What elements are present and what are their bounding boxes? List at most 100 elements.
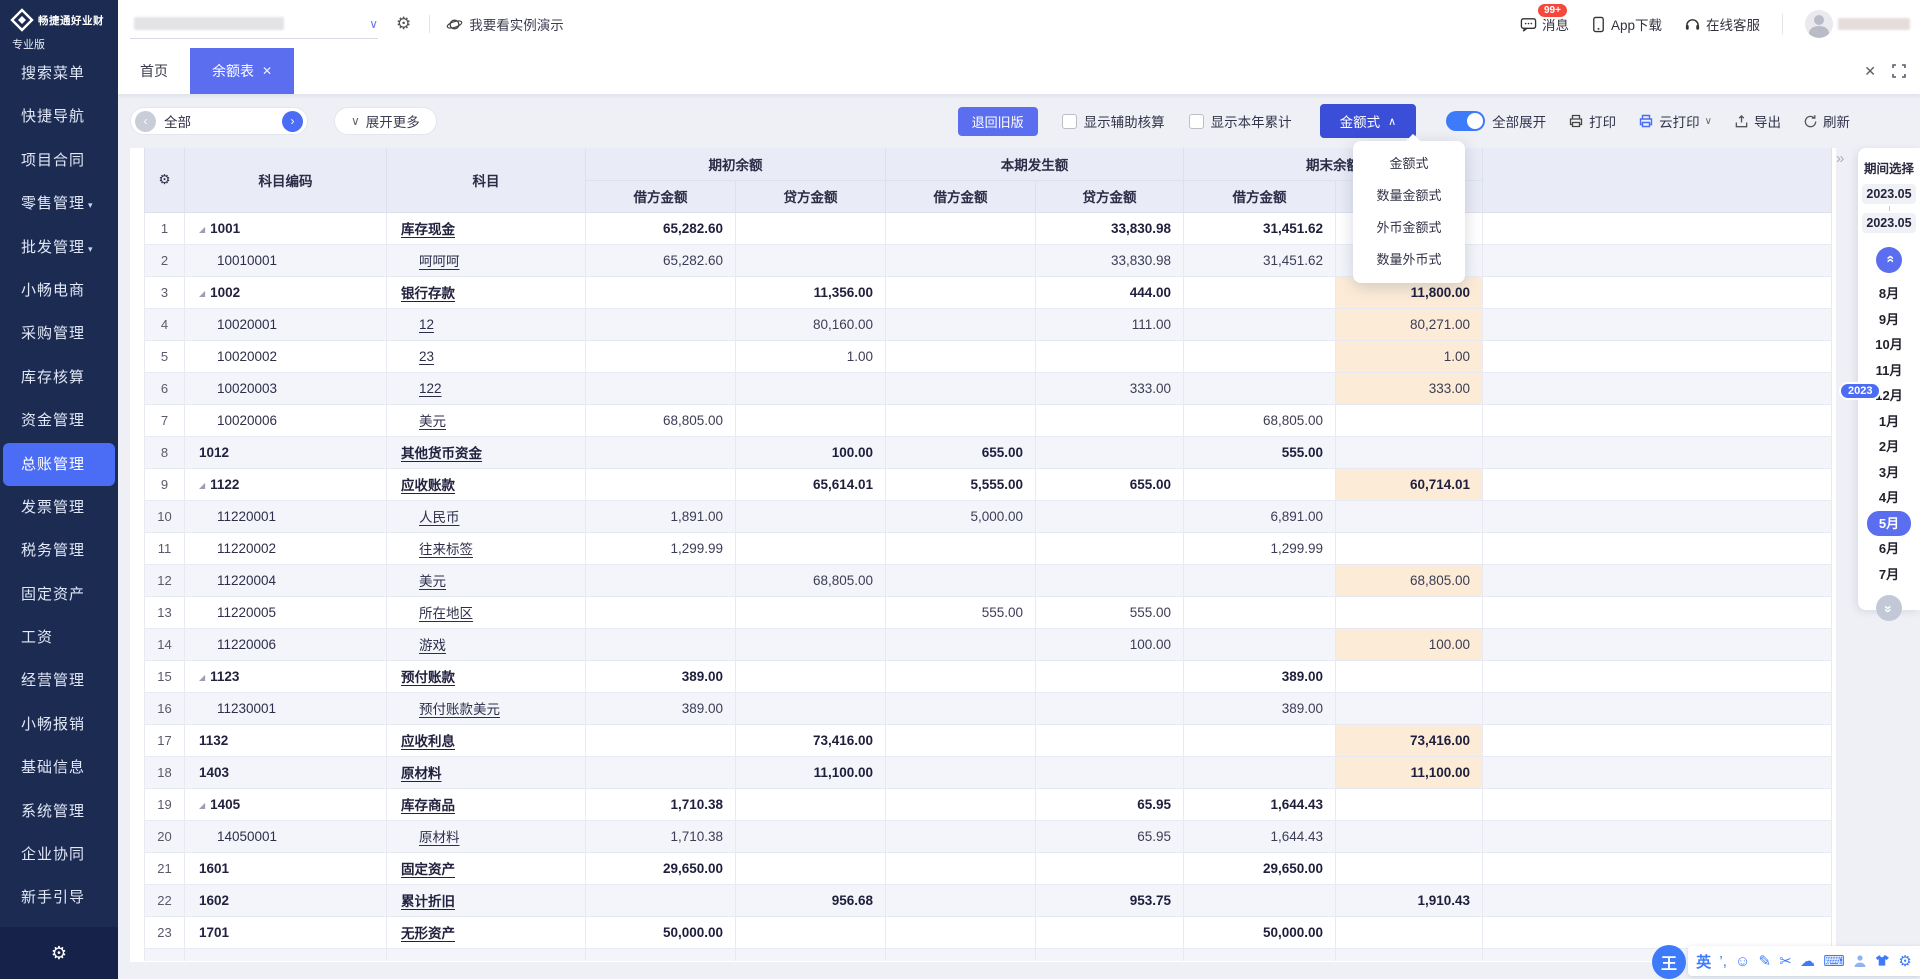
- account-name-link[interactable]: 原材料: [401, 766, 442, 781]
- emoji-icon[interactable]: ☺: [1735, 953, 1750, 970]
- month-item[interactable]: 7月: [1858, 562, 1920, 588]
- account-name-link[interactable]: 应收账款: [401, 478, 455, 493]
- month-item[interactable]: 9月: [1858, 307, 1920, 333]
- account-name-link[interactable]: 预付账款: [401, 670, 455, 685]
- account-name-link[interactable]: 库存商品: [401, 798, 455, 813]
- account-name-link[interactable]: 所在地区: [419, 606, 473, 621]
- account-name-link[interactable]: 固定资产: [401, 862, 455, 877]
- account-name-link[interactable]: 其他货币资金: [401, 446, 482, 461]
- month-item[interactable]: 10月: [1858, 332, 1920, 358]
- sidebar-settings-gear-icon[interactable]: ⚙: [0, 927, 118, 979]
- month-item[interactable]: 5月: [1867, 510, 1911, 536]
- fullscreen-icon[interactable]: [1892, 64, 1906, 78]
- demo-link[interactable]: 我要看实例演示: [446, 14, 564, 34]
- ime-punctuation-toggle[interactable]: ’,: [1719, 953, 1727, 970]
- back-to-old-button[interactable]: 退回旧版: [957, 106, 1038, 136]
- export-button[interactable]: 导出: [1734, 111, 1781, 131]
- sidebar-item[interactable]: 资金管理: [0, 399, 118, 442]
- format-menu-item[interactable]: 数量金额式: [1353, 180, 1465, 212]
- amount-format-button[interactable]: 金额式 ∧: [1319, 104, 1417, 138]
- month-item[interactable]: 6月: [1858, 536, 1920, 562]
- close-icon[interactable]: ✕: [1864, 63, 1876, 80]
- next-arrow-icon[interactable]: ›: [282, 110, 303, 132]
- checkbox-icon[interactable]: [1061, 113, 1077, 129]
- expand-more-button[interactable]: ∨ 展开更多: [334, 107, 437, 135]
- month-item[interactable]: 4月: [1858, 485, 1920, 511]
- period-to[interactable]: 2023.05: [1862, 213, 1916, 233]
- account-name-link[interactable]: 累计折旧: [401, 894, 455, 909]
- sidebar-item[interactable]: 搜索菜单: [0, 52, 118, 95]
- ime-logo[interactable]: 王: [1652, 945, 1686, 979]
- account-name-link[interactable]: 应收利息: [401, 734, 455, 749]
- account-name-link[interactable]: 122: [419, 381, 442, 396]
- sidebar-item[interactable]: 企业协同: [0, 833, 118, 876]
- sidebar-item[interactable]: 快捷导航: [0, 95, 118, 138]
- prev-arrow-icon[interactable]: ‹: [135, 110, 156, 132]
- refresh-button[interactable]: 刷新: [1803, 111, 1850, 131]
- expand-toggle-icon[interactable]: ◢: [199, 481, 205, 490]
- tab-close-icon[interactable]: ✕: [262, 64, 272, 78]
- company-selector[interactable]: ∨: [130, 9, 378, 39]
- format-menu-item[interactable]: 数量外币式: [1353, 244, 1465, 276]
- month-item[interactable]: 2月: [1858, 434, 1920, 460]
- column-settings-gear-icon[interactable]: ⚙: [144, 148, 185, 213]
- sidebar-item[interactable]: 新手引导: [0, 876, 118, 919]
- account-name-link[interactable]: 库存现金: [401, 222, 455, 237]
- account-name-link[interactable]: 人民币: [419, 510, 460, 525]
- account-name-link[interactable]: 美元: [419, 574, 446, 589]
- sidebar-item[interactable]: 固定资产: [0, 573, 118, 616]
- account-name-link[interactable]: 23: [419, 349, 434, 364]
- person-icon[interactable]: [1853, 954, 1867, 968]
- print-button[interactable]: 打印: [1568, 111, 1616, 131]
- tab-home[interactable]: 首页: [118, 48, 190, 94]
- cloud-print-button[interactable]: 云打印 ∨: [1638, 111, 1712, 131]
- sidebar-item[interactable]: 项目合同: [0, 139, 118, 182]
- sidebar-item[interactable]: 总账管理: [3, 442, 115, 486]
- ime-language-toggle[interactable]: 英: [1696, 951, 1711, 972]
- pencil-icon[interactable]: ✎: [1759, 952, 1772, 970]
- account-name-link[interactable]: 美元: [419, 414, 446, 429]
- collapse-panel-icon[interactable]: »: [1836, 150, 1844, 167]
- cloud-icon[interactable]: ☁: [1800, 952, 1815, 970]
- account-name-link[interactable]: 原材料: [419, 830, 460, 845]
- sidebar-item[interactable]: 发票管理: [0, 486, 118, 529]
- period-from[interactable]: 2023.05: [1862, 184, 1916, 204]
- sidebar-item[interactable]: 小畅报销: [0, 703, 118, 746]
- tab-balance-sheet[interactable]: 余额表 ✕: [190, 48, 295, 94]
- sidebar-item[interactable]: 经营管理: [0, 659, 118, 702]
- month-item[interactable]: 3月: [1858, 460, 1920, 486]
- account-name-link[interactable]: 银行存款: [401, 286, 455, 301]
- expand-toggle-icon[interactable]: ◢: [199, 673, 205, 682]
- account-name-link[interactable]: 无形资产: [401, 926, 455, 941]
- format-menu-item[interactable]: 金额式: [1353, 148, 1465, 180]
- expand-toggle-icon[interactable]: ◢: [199, 289, 205, 298]
- account-name-link[interactable]: 往来标签: [419, 542, 473, 557]
- sidebar-item[interactable]: 采购管理: [0, 312, 118, 355]
- scissors-icon[interactable]: ✂: [1779, 952, 1792, 970]
- account-name-link[interactable]: 游戏: [419, 638, 446, 653]
- messages-button[interactable]: 99+ 消息: [1520, 2, 1569, 34]
- sidebar-item[interactable]: 系统管理: [0, 790, 118, 833]
- format-menu-item[interactable]: 外币金额式: [1353, 212, 1465, 244]
- sidebar-item[interactable]: 基础信息: [0, 746, 118, 789]
- skin-shirt-icon[interactable]: [1875, 954, 1890, 968]
- show-ytd-checkbox[interactable]: 显示本年累计: [1188, 111, 1292, 131]
- show-aux-checkbox[interactable]: 显示辅助核算: [1061, 111, 1165, 131]
- online-support-button[interactable]: 在线客服: [1684, 14, 1760, 34]
- sidebar-item[interactable]: 税务管理: [0, 529, 118, 572]
- sidebar-item[interactable]: 批发管理 ▾: [0, 226, 118, 269]
- account-name-link[interactable]: 12: [419, 317, 434, 332]
- ime-settings-gear-icon[interactable]: ⚙: [1898, 952, 1911, 970]
- month-item[interactable]: 1月: [1858, 409, 1920, 435]
- account-name-link[interactable]: 呵呵呵: [419, 254, 460, 269]
- scroll-up-button[interactable]: »: [1876, 247, 1902, 273]
- month-item[interactable]: 11月: [1858, 358, 1920, 384]
- scroll-down-button[interactable]: »: [1876, 595, 1902, 621]
- checkbox-icon[interactable]: [1188, 113, 1204, 129]
- scope-selector[interactable]: ‹ 全部 ›: [130, 107, 308, 135]
- sidebar-item[interactable]: 小畅电商: [0, 269, 118, 312]
- expand-all-toggle[interactable]: [1446, 111, 1486, 131]
- user-account[interactable]: [1805, 10, 1910, 38]
- month-item[interactable]: 8月: [1858, 281, 1920, 307]
- expand-toggle-icon[interactable]: ◢: [199, 801, 205, 810]
